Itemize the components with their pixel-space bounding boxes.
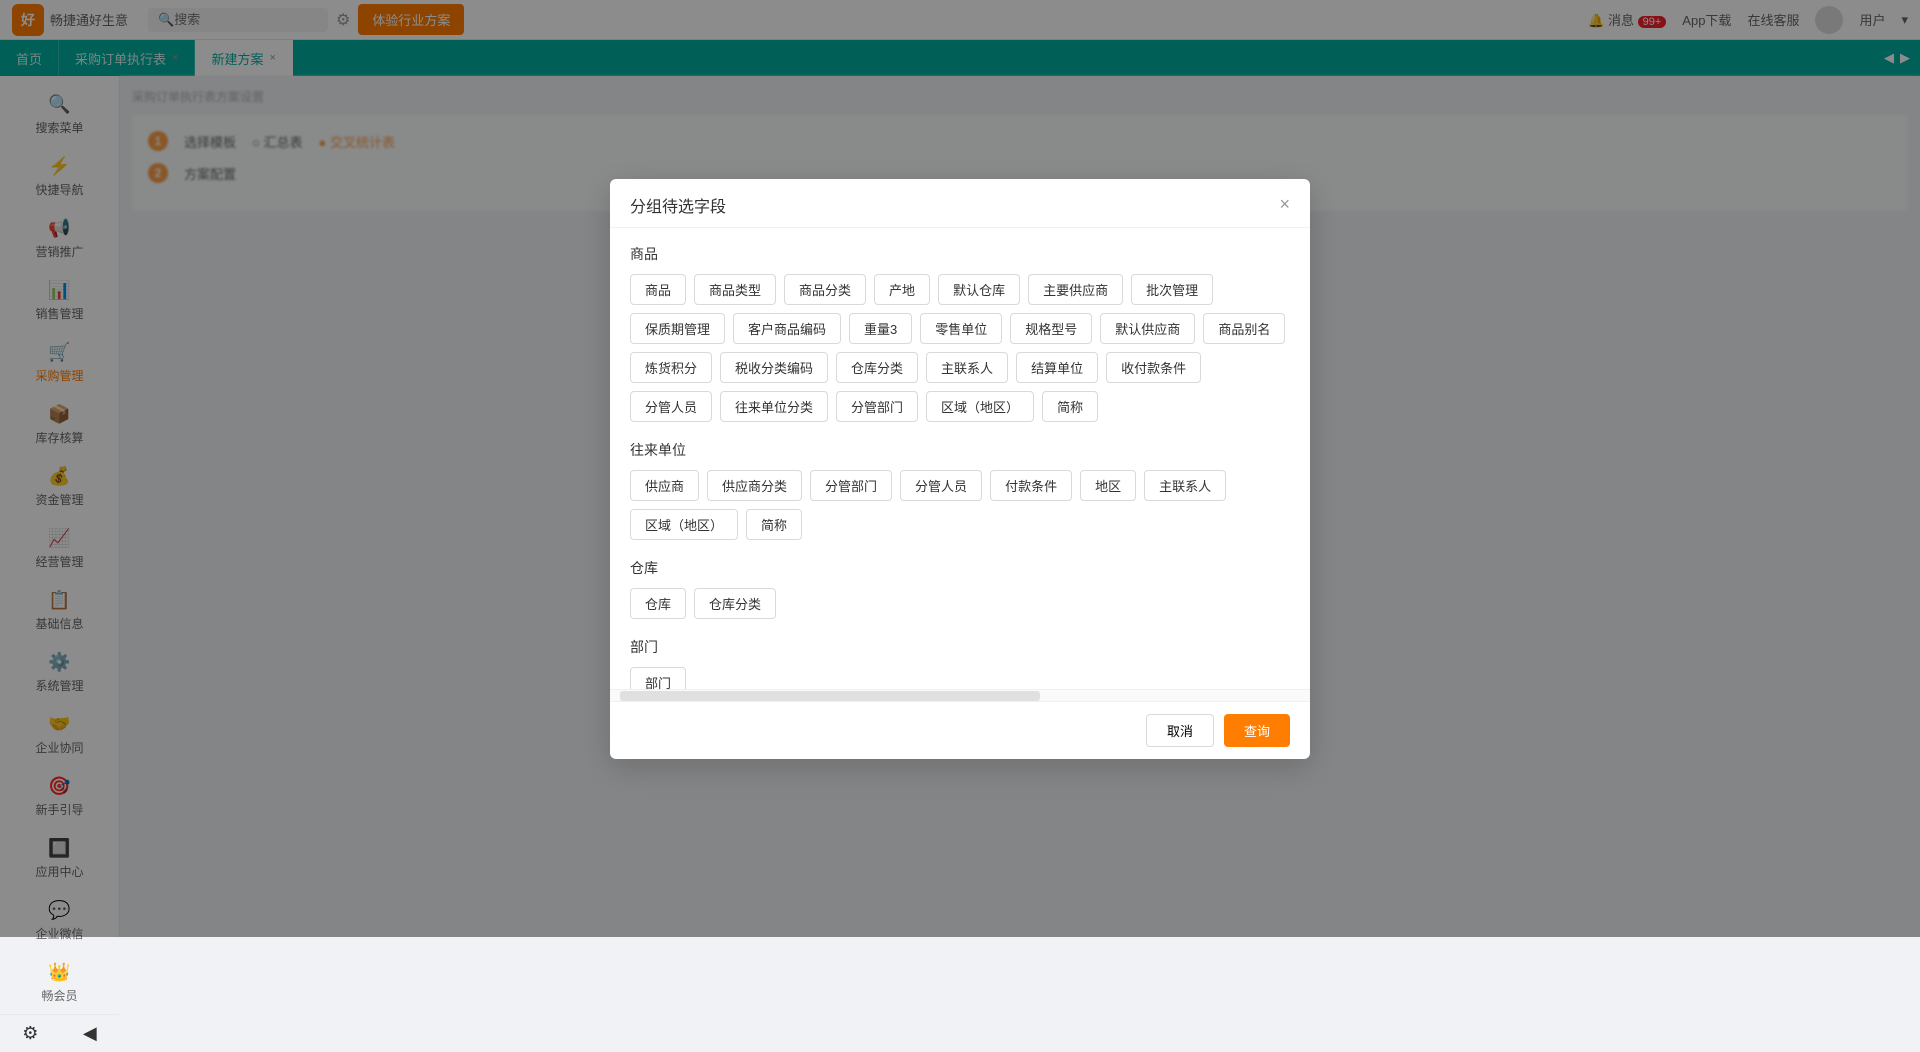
modal-header: 分组待选字段 × [610,179,1310,228]
section-counterpart-title: 往来单位 [630,440,1290,460]
modal-hscroll[interactable] [610,689,1310,701]
section-warehouse-title: 仓库 [630,558,1290,578]
field-retail-unit[interactable]: 零售单位 [920,313,1002,344]
field-region2[interactable]: 区域（地区） [630,509,738,540]
field-weight3[interactable]: 重量3 [849,313,912,344]
modal-footer: 取消 查询 [610,701,1310,759]
field-region[interactable]: 区域（地区） [926,391,1034,422]
section-counterpart-fields: 供应商 供应商分类 分管部门 分管人员 付款条件 地区 主联系人 区域（地区） … [630,470,1290,540]
sidebar-item-vip[interactable]: 👑 畅会员 [0,952,119,1014]
field-manager2[interactable]: 分管人员 [900,470,982,501]
confirm-button[interactable]: 查询 [1224,714,1290,747]
field-product-type[interactable]: 商品类型 [694,274,776,305]
field-settlement-unit[interactable]: 结算单位 [1016,352,1098,383]
cancel-button[interactable]: 取消 [1146,714,1214,747]
field-dept[interactable]: 分管部门 [836,391,918,422]
field-refine-points[interactable]: 炼货积分 [630,352,712,383]
section-department-title: 部门 [630,637,1290,657]
field-payment-terms2[interactable]: 付款条件 [990,470,1072,501]
modal-overlay: 分组待选字段 × 商品 商品 商品类型 商品分类 产地 默认仓库 主要供应商 批… [0,0,1920,937]
field-short-name2[interactable]: 简称 [746,509,802,540]
section-product-fields: 商品 商品类型 商品分类 产地 默认仓库 主要供应商 批次管理 保质期管理 客户… [630,274,1290,422]
field-select-modal: 分组待选字段 × 商品 商品 商品类型 商品分类 产地 默认仓库 主要供应商 批… [610,179,1310,759]
section-counterpart: 往来单位 供应商 供应商分类 分管部门 分管人员 付款条件 地区 主联系人 区域… [630,440,1290,540]
field-short-name[interactable]: 简称 [1042,391,1098,422]
field-product[interactable]: 商品 [630,274,686,305]
sidebar-item-vip-label: 畅会员 [41,987,77,1004]
section-warehouse: 仓库 仓库 仓库分类 [630,558,1290,619]
field-main-supplier[interactable]: 主要供应商 [1028,274,1123,305]
section-department: 部门 部门 [630,637,1290,689]
field-tax-code[interactable]: 税收分类编码 [720,352,828,383]
modal-title: 分组待选字段 [630,193,726,217]
field-supplier[interactable]: 供应商 [630,470,699,501]
sidebar-bottom: ⚙ ◀ [0,1014,119,1052]
field-warehouse-cat[interactable]: 仓库分类 [694,588,776,619]
field-warehouse-category[interactable]: 仓库分类 [836,352,918,383]
field-origin[interactable]: 产地 [874,274,930,305]
field-area[interactable]: 地区 [1080,470,1136,501]
section-warehouse-fields: 仓库 仓库分类 [630,588,1290,619]
field-manager[interactable]: 分管人员 [630,391,712,422]
vip-icon: 👑 [48,962,70,983]
field-warehouse[interactable]: 仓库 [630,588,686,619]
field-main-contact[interactable]: 主联系人 [926,352,1008,383]
field-batch-management[interactable]: 批次管理 [1131,274,1213,305]
field-counterpart-category[interactable]: 往来单位分类 [720,391,828,422]
field-dept2[interactable]: 分管部门 [810,470,892,501]
field-payment-terms[interactable]: 收付款条件 [1106,352,1201,383]
field-main-contact2[interactable]: 主联系人 [1144,470,1226,501]
field-department[interactable]: 部门 [630,667,686,689]
modal-body: 商品 商品 商品类型 商品分类 产地 默认仓库 主要供应商 批次管理 保质期管理… [610,228,1310,689]
field-product-alias[interactable]: 商品别名 [1203,313,1285,344]
field-customer-product-code[interactable]: 客户商品编码 [733,313,841,344]
field-shelf-life[interactable]: 保质期管理 [630,313,725,344]
field-product-category[interactable]: 商品分类 [784,274,866,305]
collapse-icon[interactable]: ◀ [83,1023,97,1044]
modal-close-button[interactable]: × [1279,194,1290,215]
field-spec-type[interactable]: 规格型号 [1010,313,1092,344]
field-default-warehouse[interactable]: 默认仓库 [938,274,1020,305]
section-product-title: 商品 [630,244,1290,264]
field-default-supplier[interactable]: 默认供应商 [1100,313,1195,344]
field-supplier-category[interactable]: 供应商分类 [707,470,802,501]
section-department-fields: 部门 [630,667,1290,689]
section-product: 商品 商品 商品类型 商品分类 产地 默认仓库 主要供应商 批次管理 保质期管理… [630,244,1290,422]
settings-bottom-icon[interactable]: ⚙ [22,1023,38,1044]
